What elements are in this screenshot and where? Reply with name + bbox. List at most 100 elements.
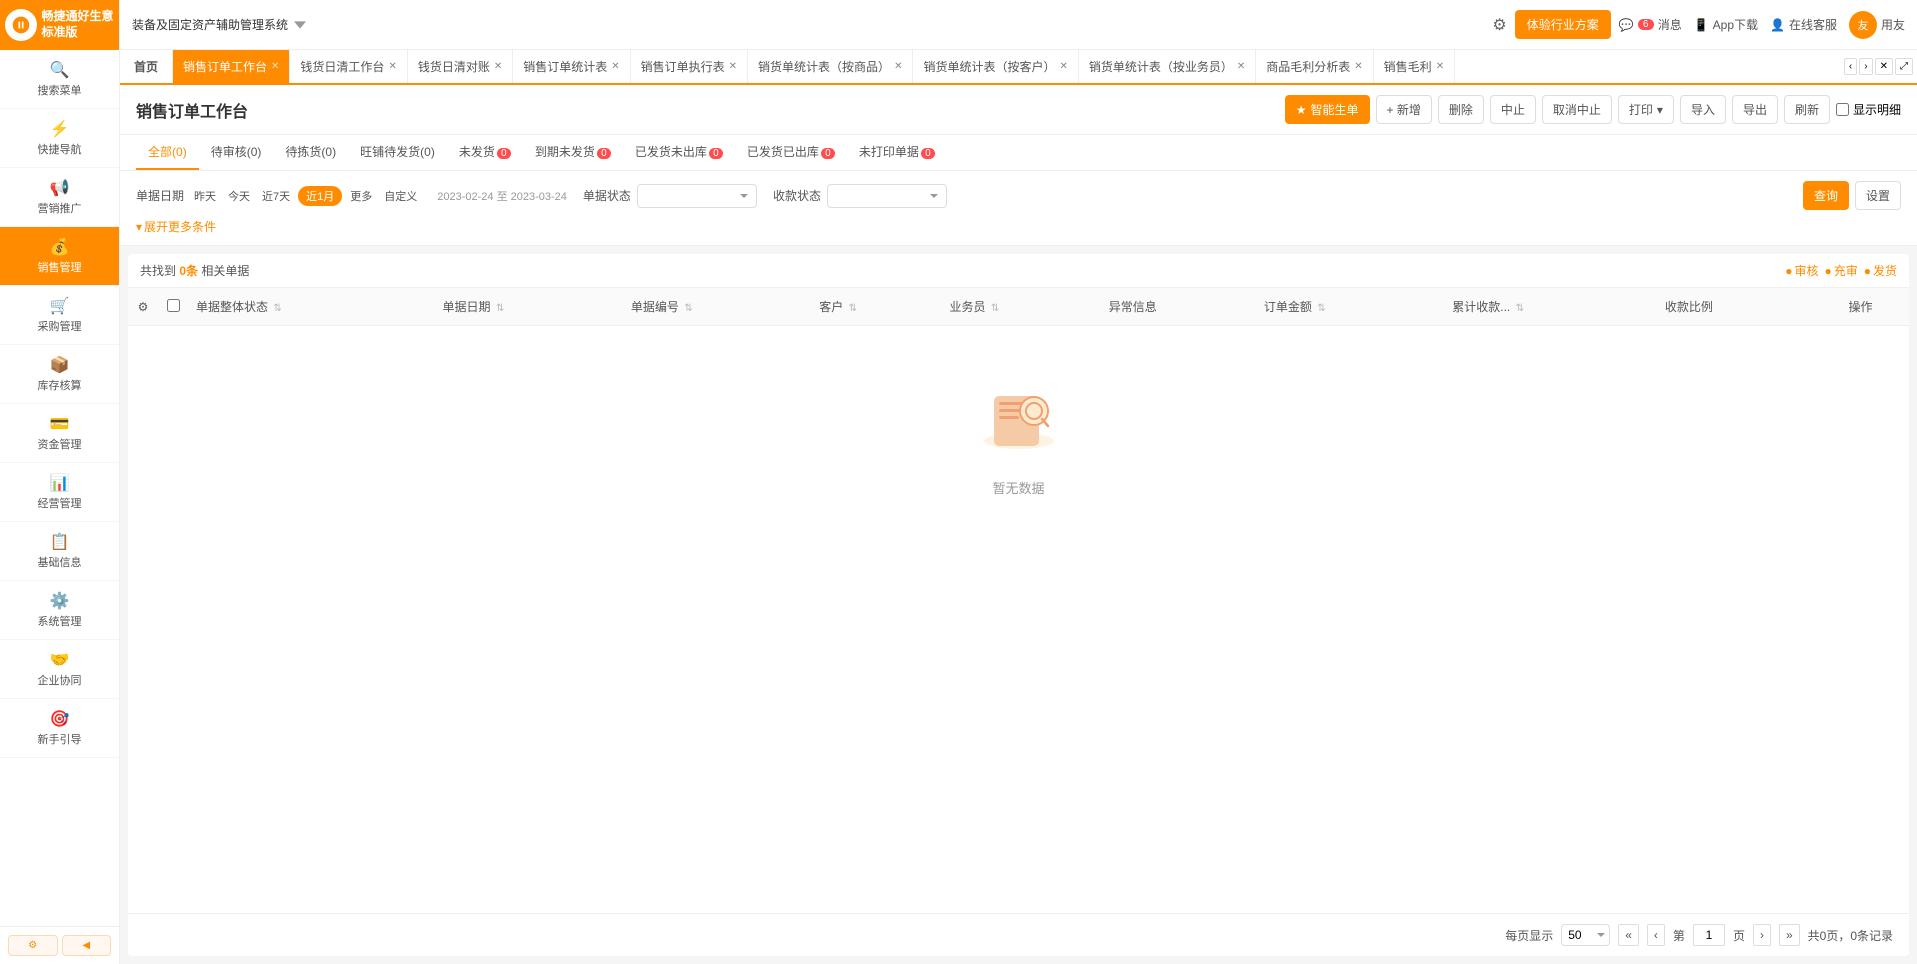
date-range-display: 2023-02-24 至 2023-03-24 [437, 188, 567, 204]
tab-gross-margin[interactable]: 商品毛利分析表 ✕ [1256, 50, 1373, 83]
last-page-btn[interactable]: » [1779, 924, 1800, 946]
sidebar-item-search[interactable]: 🔍 搜索菜单 [0, 50, 119, 109]
payment-select[interactable] [827, 184, 947, 208]
shortcut-yesterday[interactable]: 昨天 [190, 186, 220, 206]
tab-home[interactable]: 首页 [120, 50, 173, 83]
print-btn[interactable]: 打印 ▾ [1618, 95, 1674, 124]
tab-close-icon[interactable]: ✕ [494, 61, 502, 72]
col-settings[interactable]: ⚙ [128, 288, 158, 326]
subtab-not-shipped[interactable]: 未发货0 [447, 135, 523, 170]
tab-close-icon[interactable]: ✕ [1237, 61, 1245, 72]
shortcut-1month[interactable]: 近1月 [298, 186, 342, 206]
next-page-btn[interactable]: › [1753, 924, 1771, 946]
subtab-not-printed[interactable]: 未打印单据0 [847, 135, 947, 170]
tab-cash-daily[interactable]: 钱货日清工作台 ✕ [290, 50, 407, 83]
tab-sales-stat[interactable]: 销售订单统计表 ✕ [513, 50, 630, 83]
per-page-select[interactable]: 50 10 20 100 [1561, 924, 1610, 946]
user-item[interactable]: 友 用友 [1849, 11, 1905, 39]
subtab-shipped-out[interactable]: 已发货已出库0 [735, 135, 847, 170]
settings-gear-icon[interactable]: ⚙ [1492, 15, 1506, 35]
tab-sales-profit[interactable]: 销售毛利 ✕ [1374, 50, 1455, 83]
col-date[interactable]: 单据日期 ⇅ [435, 288, 623, 326]
tab-sales-sum-product[interactable]: 销货单统计表（按商品） ✕ [748, 50, 913, 83]
import-btn[interactable]: 导入 [1680, 95, 1726, 124]
status-select[interactable] [637, 184, 757, 208]
tab-maximize-btn[interactable]: ⤢ [1895, 58, 1913, 75]
tab-close-icon[interactable]: ✕ [1059, 61, 1067, 72]
app-download-item[interactable]: 📱 App下载 [1694, 16, 1758, 33]
subtab-all[interactable]: 全部(0) [136, 135, 199, 170]
select-all-checkbox[interactable] [167, 299, 180, 312]
sidebar-item-sales[interactable]: 💰 销售管理 [0, 227, 119, 286]
system-dropdown[interactable] [294, 19, 306, 31]
export-btn[interactable]: 导出 [1732, 95, 1778, 124]
sidebar-item-system[interactable]: ⚙️ 系统管理 [0, 581, 119, 640]
tab-close-icon[interactable]: ✕ [271, 61, 279, 72]
filter-row-1: 单据日期 昨天 今天 近7天 近1月 更多 自定义 2023-02-24 至 2… [136, 181, 1901, 210]
online-service-item[interactable]: 👤 在线客服 [1770, 16, 1837, 33]
shortcut-custom[interactable]: 自定义 [380, 186, 421, 206]
sidebar-item-guide[interactable]: 🎯 新手引导 [0, 699, 119, 758]
sidebar-item-basic[interactable]: 📋 基础信息 [0, 522, 119, 581]
query-btn[interactable]: 查询 [1803, 181, 1849, 210]
sidebar-item-purchase[interactable]: 🛒 采购管理 [0, 286, 119, 345]
shortcut-more[interactable]: 更多 [346, 186, 376, 206]
tab-sales-sum-staff[interactable]: 销货单统计表（按业务员） ✕ [1079, 50, 1256, 83]
col-received[interactable]: 累计收款... ⇅ [1444, 288, 1657, 326]
show-detail-checkbox[interactable] [1836, 103, 1849, 116]
tab-cash-reconcile[interactable]: 钱货日清对账 ✕ [408, 50, 513, 83]
sidebar-item-quick[interactable]: ⚡ 快捷导航 [0, 109, 119, 168]
sidebar-item-finance[interactable]: 💳 资金管理 [0, 404, 119, 463]
subtab-pending-review[interactable]: 待审核(0) [199, 135, 274, 170]
collapse-btn[interactable]: ◀ [62, 935, 112, 956]
sidebar-item-marketing[interactable]: 📢 营销推广 [0, 168, 119, 227]
sidebar-item-enterprise[interactable]: 🤝 企业协同 [0, 640, 119, 699]
delete-btn[interactable]: 删除 [1438, 95, 1484, 124]
shortcut-today[interactable]: 今天 [224, 186, 254, 206]
tab-next-btn[interactable]: › [1859, 58, 1872, 75]
col-status[interactable]: 单据整体状态 ⇅ [188, 288, 435, 326]
subtab-overdue-ship[interactable]: 到期未发货0 [523, 135, 623, 170]
tab-close-icon[interactable]: ✕ [729, 61, 737, 72]
stop-btn[interactable]: 中止 [1490, 95, 1536, 124]
cancel-stop-btn[interactable]: 取消中止 [1542, 95, 1612, 124]
table-header-row: ⚙ 单据整体状态 ⇅ 单据日期 ⇅ [128, 288, 1909, 326]
shortcut-7days[interactable]: 近7天 [258, 186, 294, 206]
sidebar-item-operations[interactable]: 📊 经营管理 [0, 463, 119, 522]
col-staff[interactable]: 业务员 ⇅ [942, 288, 1101, 326]
review-action-btn[interactable]: ● 审核 [1785, 262, 1818, 279]
tab-close-icon[interactable]: ✕ [388, 61, 396, 72]
tab-prev-btn[interactable]: ‹ [1844, 58, 1857, 75]
message-item[interactable]: 💬 6 消息 [1619, 16, 1682, 33]
subtab-shipped-not-out[interactable]: 已发货未出库0 [623, 135, 735, 170]
expand-filter-btn[interactable]: ▾ 展开更多条件 [136, 218, 216, 235]
tab-close-all-btn[interactable]: ✕ [1875, 58, 1893, 75]
add-btn[interactable]: + 新增 [1376, 95, 1432, 124]
show-detail-label[interactable]: 显示明细 [1836, 101, 1901, 118]
tab-close-icon[interactable]: ✕ [894, 61, 902, 72]
tab-close-icon[interactable]: ✕ [1354, 61, 1362, 72]
settings-bottom-btn[interactable]: ⚙ [8, 935, 58, 956]
subtab-pending-inspect[interactable]: 待拣货(0) [273, 135, 348, 170]
first-page-btn[interactable]: « [1618, 924, 1639, 946]
page-input[interactable] [1693, 924, 1725, 946]
prev-page-btn[interactable]: ‹ [1647, 924, 1665, 946]
tab-close-icon[interactable]: ✕ [1436, 61, 1444, 72]
tab-sales-workbench[interactable]: 销售订单工作台 ✕ [173, 50, 290, 83]
filter-settings-btn[interactable]: 设置 [1855, 181, 1901, 210]
tab-sales-exec[interactable]: 销售订单执行表 ✕ [631, 50, 748, 83]
ship-action-btn[interactable]: ● 发货 [1864, 262, 1897, 279]
system-title: 装备及固定资产辅助管理系统 [132, 16, 288, 33]
col-customer[interactable]: 客户 ⇅ [811, 288, 941, 326]
sidebar-item-inventory[interactable]: 📦 库存核算 [0, 345, 119, 404]
tab-close-icon[interactable]: ✕ [611, 61, 619, 72]
col-amount[interactable]: 订单金额 ⇅ [1256, 288, 1444, 326]
subtab-wangpu-ship[interactable]: 旺铺待发货(0) [348, 135, 447, 170]
payment-filter-label: 收款状态 [773, 187, 821, 204]
tab-sales-sum-customer[interactable]: 销货单统计表（按客户） ✕ [913, 50, 1078, 83]
cancel-review-action-btn[interactable]: ● 充审 [1824, 262, 1857, 279]
smart-create-btn[interactable]: ★ 智能生单 [1285, 95, 1370, 124]
refresh-btn[interactable]: 刷新 [1784, 95, 1830, 124]
industry-btn[interactable]: 体验行业方案 [1515, 10, 1611, 39]
col-number[interactable]: 单据编号 ⇅ [623, 288, 811, 326]
